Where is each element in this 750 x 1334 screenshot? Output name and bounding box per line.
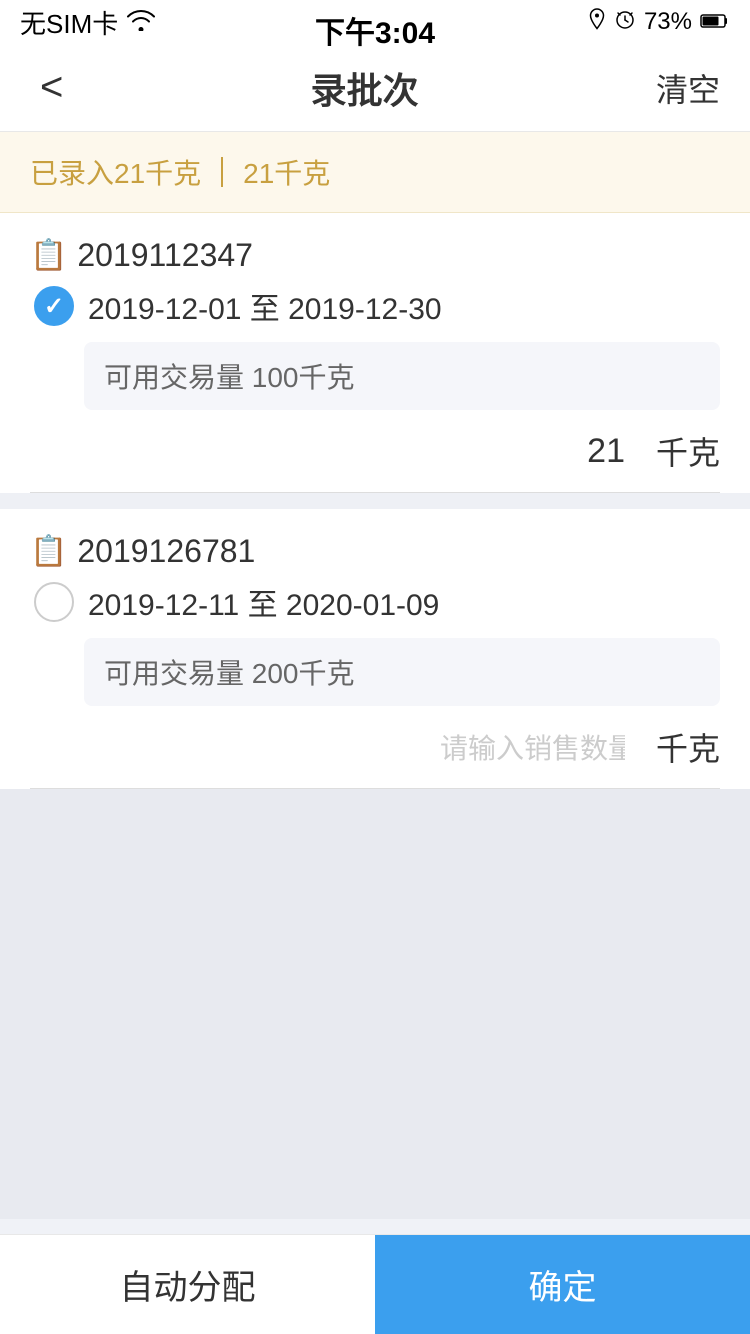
batch-date-1: 2019-12-01 至 2019-12-30	[88, 284, 442, 328]
batch-qty-row-1: 可用交易量 100千克	[84, 342, 720, 410]
status-right: 73%	[588, 8, 730, 37]
batch-radio-2[interactable]	[34, 582, 74, 622]
batch-id-1: 2019112347	[77, 237, 253, 274]
batch-date-2: 2019-12-11 至 2020-01-09	[88, 580, 439, 624]
sim-text: 无SIM卡	[20, 4, 118, 41]
batch-unit-1: 千克	[656, 428, 720, 474]
banner-divider	[221, 157, 223, 187]
info-banner: 已录入21千克 21千克	[0, 132, 750, 213]
batch-input-row-2: 千克	[0, 706, 750, 788]
batch-header-1: 📋 2019112347	[30, 237, 720, 274]
back-button[interactable]: <	[30, 55, 73, 120]
batch-qty-input-1[interactable]	[440, 432, 640, 471]
batch-input-row-1: 千克	[0, 410, 750, 492]
status-time: 下午3:04	[315, 8, 435, 52]
card-separator	[0, 493, 750, 509]
batch-id-icon-2: 📋	[30, 534, 67, 569]
batch-date-row-1: 2019-12-01 至 2019-12-30	[30, 284, 720, 328]
batch-id-icon-1: 📋	[30, 238, 67, 273]
batch-qty-row-2: 可用交易量 200千克	[84, 638, 720, 706]
batch-card-2: 📋 2019126781 2019-12-11 至 2020-01-09 可用交…	[0, 509, 750, 789]
batch-header-2: 📋 2019126781	[30, 533, 720, 570]
auto-distribute-button[interactable]: 自动分配	[0, 1235, 375, 1334]
batch-date-row-2: 2019-12-11 至 2020-01-09	[30, 580, 720, 624]
recorded-value: 21千克	[243, 152, 330, 192]
batch-item-2: 📋 2019126781 2019-12-11 至 2020-01-09 可用交…	[0, 509, 750, 706]
battery-text: 73%	[644, 8, 692, 36]
status-left: 无SIM卡	[20, 4, 156, 41]
status-bar: 无SIM卡 下午3:04 73%	[0, 0, 750, 44]
recorded-label: 已录入21千克	[30, 152, 201, 192]
batch-unit-2: 千克	[656, 724, 720, 770]
batch-card-1: 📋 2019112347 2019-12-01 至 2019-12-30 可用交…	[0, 213, 750, 493]
batch-qty-input-2[interactable]	[440, 728, 640, 767]
wifi-icon	[126, 7, 156, 38]
bottom-bar: 自动分配 确定	[0, 1234, 750, 1334]
batch-id-2: 2019126781	[77, 533, 255, 570]
page-title: 录批次	[311, 62, 419, 114]
batch-qty-text-1: 可用交易量 100千克	[104, 362, 355, 393]
clear-button[interactable]: 清空	[656, 65, 720, 111]
confirm-button[interactable]: 确定	[375, 1235, 750, 1334]
batch-qty-text-2: 可用交易量 200千克	[104, 658, 355, 689]
batch-item-1: 📋 2019112347 2019-12-01 至 2019-12-30 可用交…	[0, 213, 750, 410]
alarm-icon	[614, 8, 636, 37]
empty-space	[0, 789, 750, 1219]
battery-icon	[700, 8, 730, 36]
location-icon	[588, 8, 606, 37]
nav-bar: < 录批次 清空	[0, 44, 750, 132]
batch-radio-1[interactable]	[34, 286, 74, 326]
